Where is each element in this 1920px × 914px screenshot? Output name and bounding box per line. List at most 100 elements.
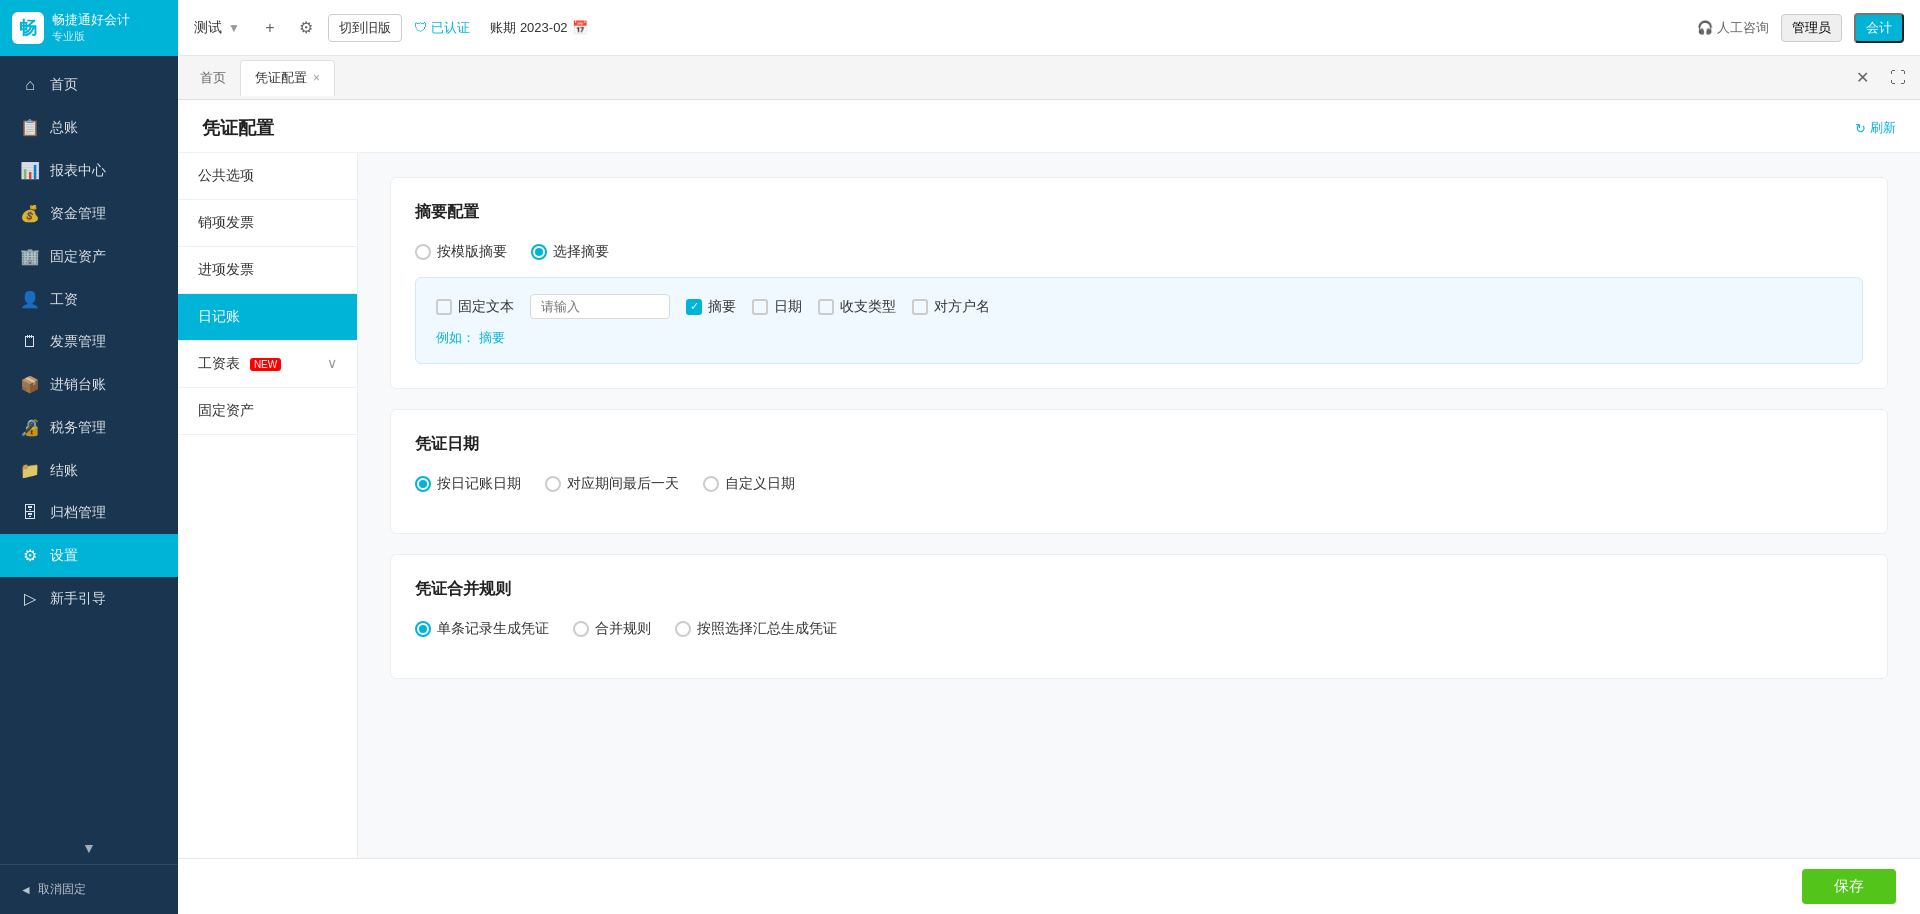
topbar-right: 🎧 人工咨询 管理员 会计 <box>1697 13 1904 43</box>
merge-section-title: 凭证合并规则 <box>415 579 1863 600</box>
summary-select-option[interactable]: 选择摘要 <box>531 243 609 261</box>
tab-home[interactable]: 首页 <box>186 60 240 96</box>
diary-date-option[interactable]: 按日记账日期 <box>415 475 521 493</box>
summary-generate-label: 按照选择汇总生成凭证 <box>697 620 837 638</box>
main-area: 测试 ▼ + ⚙ 切到旧版 🛡 已认证 账期 2023-02 📅 🎧 人工咨询 <box>178 0 1920 914</box>
company-name: 测试 <box>194 19 222 37</box>
sidebar-item-home[interactable]: ⌂ 首页 <box>0 64 178 106</box>
fixed-text-checkbox-box[interactable] <box>436 299 452 315</box>
counterparty-checkbox-box[interactable] <box>912 299 928 315</box>
config-content: 摘要配置 按模版摘要 选择摘要 <box>358 153 1920 858</box>
sidebar-item-ledger[interactable]: 📋 总账 <box>0 106 178 149</box>
payment-type-checkbox[interactable]: 收支类型 <box>818 298 896 316</box>
app-edition: 专业版 <box>52 29 130 44</box>
summary-section: 摘要配置 按模版摘要 选择摘要 <box>390 177 1888 389</box>
payment-type-checkbox-box[interactable] <box>818 299 834 315</box>
sidebar-nav: ⌂ 首页 📋 总账 📊 报表中心 💰 资金管理 🏢 固定资产 👤 工资 <box>0 56 178 832</box>
custom-date-option[interactable]: 自定义日期 <box>703 475 795 493</box>
expand-button[interactable]: ⛶ <box>1884 64 1912 92</box>
role-button[interactable]: 会计 <box>1854 13 1904 43</box>
sidebar-item-label: 税务管理 <box>50 419 106 437</box>
custom-date-radio[interactable] <box>703 476 719 492</box>
fixed-text-checkbox[interactable]: 固定文本 <box>436 298 514 316</box>
sidebar-item-archive[interactable]: 🗄 归档管理 <box>0 492 178 534</box>
diary-date-label: 按日记账日期 <box>437 475 521 493</box>
topbar: 测试 ▼ + ⚙ 切到旧版 🛡 已认证 账期 2023-02 📅 🎧 人工咨询 <box>178 0 1920 56</box>
company-selector[interactable]: 测试 ▼ <box>194 19 240 37</box>
tab-close-icon[interactable]: × <box>313 71 320 85</box>
sidebar-scroll-down[interactable]: ▼ <box>0 832 178 864</box>
topbar-actions: + ⚙ 切到旧版 <box>256 14 402 42</box>
example-prefix: 例如： <box>436 330 475 345</box>
summary-select-radio[interactable] <box>531 244 547 260</box>
customer-service-button[interactable]: 🎧 人工咨询 <box>1697 19 1769 37</box>
sidebar-item-tax[interactable]: 🔏 税务管理 <box>0 406 178 449</box>
tab-voucher-config[interactable]: 凭证配置 × <box>240 60 335 96</box>
fixed-text-label: 固定文本 <box>458 298 514 316</box>
user-button[interactable]: 管理员 <box>1781 14 1842 42</box>
fund-icon: 💰 <box>20 204 40 223</box>
diary-date-radio[interactable] <box>415 476 431 492</box>
merge-radio-group: 单条记录生成凭证 合并规则 按照选择汇总生成凭证 <box>415 620 1863 638</box>
date-radio-group: 按日记账日期 对应期间最后一天 自定义日期 <box>415 475 1863 493</box>
period-last-day-radio[interactable] <box>545 476 561 492</box>
summary-checkbox-box[interactable] <box>686 299 702 315</box>
refresh-button[interactable]: ↻ 刷新 <box>1855 119 1896 137</box>
summary-template-option[interactable]: 按模版摘要 <box>415 243 507 261</box>
company-dropdown-icon: ▼ <box>228 21 240 35</box>
config-sidebar: 公共选项 销项发票 进项发票 日记账 工资表 NEW ∨ 固定资产 <box>178 153 358 858</box>
service-label: 人工咨询 <box>1717 19 1769 37</box>
switch-version-button[interactable]: 切到旧版 <box>328 14 402 42</box>
summary-select-label: 选择摘要 <box>553 243 609 261</box>
date-checkbox[interactable]: 日期 <box>752 298 802 316</box>
date-checkbox-box[interactable] <box>752 299 768 315</box>
certified-label: 已认证 <box>431 19 470 37</box>
settings-gear-button[interactable]: ⚙ <box>292 14 320 42</box>
summary-checkbox[interactable]: 摘要 <box>686 298 736 316</box>
sidebar-item-guide[interactable]: ▷ 新手引导 <box>0 577 178 620</box>
sidebar-item-salary[interactable]: 👤 工资 <box>0 278 178 321</box>
sidebar-item-reports[interactable]: 📊 报表中心 <box>0 149 178 192</box>
counterparty-checkbox[interactable]: 对方户名 <box>912 298 990 316</box>
sidebar-item-label: 进销台账 <box>50 376 106 394</box>
date-label: 日期 <box>774 298 802 316</box>
single-record-option[interactable]: 单条记录生成凭证 <box>415 620 549 638</box>
refresh-icon: ↻ <box>1855 121 1866 136</box>
sidebar-item-fund[interactable]: 💰 资金管理 <box>0 192 178 235</box>
summary-generate-option[interactable]: 按照选择汇总生成凭证 <box>675 620 837 638</box>
config-nav-fixed-assets[interactable]: 固定资产 <box>178 388 357 435</box>
sidebar-item-label: 总账 <box>50 119 78 137</box>
sidebar-item-label: 新手引导 <box>50 590 106 608</box>
summary-template-radio[interactable] <box>415 244 431 260</box>
calendar-icon: 📅 <box>572 20 588 35</box>
sidebar-item-label: 设置 <box>50 547 78 565</box>
sidebar-item-invoice[interactable]: 🗒 发票管理 <box>0 321 178 363</box>
single-record-label: 单条记录生成凭证 <box>437 620 549 638</box>
config-nav-diary[interactable]: 日记账 <box>178 294 357 341</box>
config-nav-payroll[interactable]: 工资表 NEW ∨ <box>178 341 357 388</box>
merge-rule-label: 合并规则 <box>595 620 651 638</box>
sidebar: 畅 畅捷通好会计 专业版 ⌂ 首页 📋 总账 📊 报表中心 💰 资金管理 <box>0 0 178 914</box>
save-button[interactable]: 保存 <box>1802 869 1896 904</box>
config-nav-public[interactable]: 公共选项 <box>178 153 357 200</box>
config-nav-sales-invoice[interactable]: 销项发票 <box>178 200 357 247</box>
shield-icon: 🛡 <box>414 20 427 35</box>
period-last-day-option[interactable]: 对应期间最后一天 <box>545 475 679 493</box>
summary-generate-radio[interactable] <box>675 621 691 637</box>
close-tab-button[interactable]: ✕ <box>1848 64 1876 92</box>
config-nav-purchase-invoice[interactable]: 进项发票 <box>178 247 357 294</box>
sidebar-item-sales[interactable]: 📦 进销台账 <box>0 363 178 406</box>
sidebar-item-assets[interactable]: 🏢 固定资产 <box>0 235 178 278</box>
tab-voucher-config-label: 凭证配置 <box>255 69 307 87</box>
sidebar-item-label: 发票管理 <box>50 333 106 351</box>
single-record-radio[interactable] <box>415 621 431 637</box>
brand-info: 畅捷通好会计 专业版 <box>52 12 130 44</box>
merge-rule-radio[interactable] <box>573 621 589 637</box>
merge-rule-option[interactable]: 合并规则 <box>573 620 651 638</box>
sidebar-item-settings[interactable]: ⚙ 设置 <box>0 534 178 577</box>
counterparty-label: 对方户名 <box>934 298 990 316</box>
add-button[interactable]: + <box>256 14 284 42</box>
sidebar-item-close[interactable]: 📁 结账 <box>0 449 178 492</box>
fixed-text-input[interactable] <box>530 294 670 319</box>
cancel-fixed-button[interactable]: ◄ 取消固定 <box>10 875 168 904</box>
